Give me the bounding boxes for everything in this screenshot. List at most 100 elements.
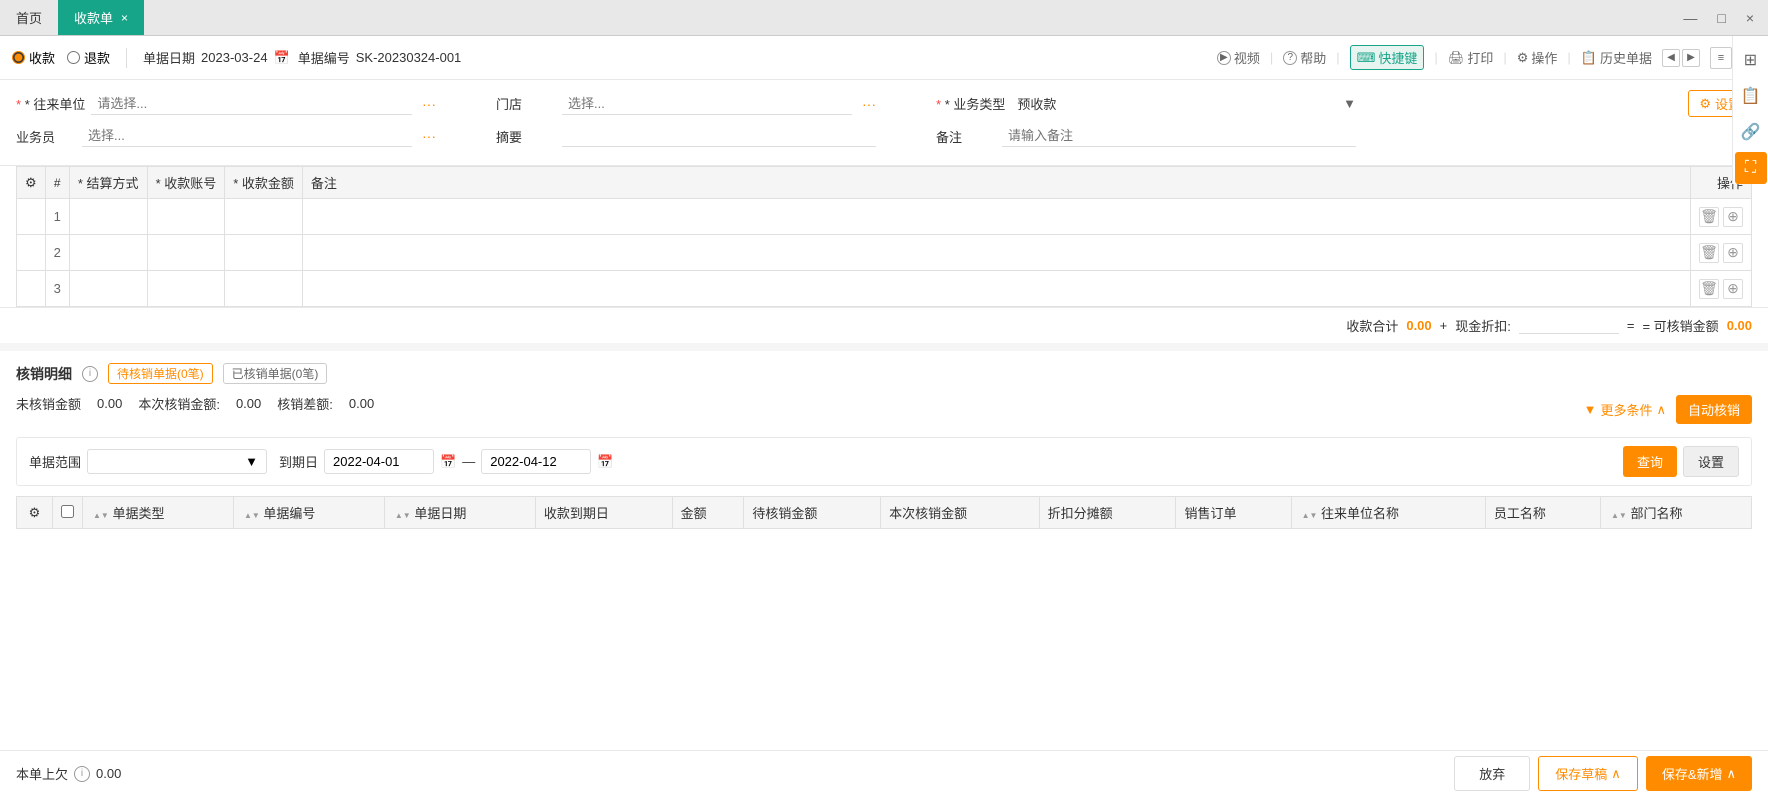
range-select[interactable]: ▼	[87, 449, 267, 474]
settle-method-cell[interactable]	[69, 199, 147, 235]
table-gear-icon[interactable]: ⚙	[25, 175, 37, 190]
operation-btn[interactable]: ⚙ 操作	[1517, 48, 1558, 67]
radio-refund[interactable]: 退款	[67, 48, 110, 67]
bottom-info: 本单上欠 i 0.00	[16, 764, 121, 783]
filter-settings-btn[interactable]: 设置	[1683, 446, 1739, 477]
date-to-input[interactable]	[481, 449, 591, 474]
shop-input[interactable]	[562, 93, 852, 115]
help-btn[interactable]: ? 帮助	[1283, 48, 1326, 67]
abandon-btn[interactable]: 放弃	[1454, 756, 1530, 791]
copy-icon[interactable]: ⊕	[1723, 243, 1743, 263]
operation-cell: 🗑 ⊕	[1691, 235, 1752, 271]
maximize-button[interactable]: □	[1711, 8, 1731, 28]
detail-gear-icon[interactable]: ⚙	[29, 505, 41, 520]
tab-home[interactable]: 首页	[0, 0, 58, 35]
amount-cell[interactable]	[225, 235, 303, 271]
amount-cell[interactable]	[225, 271, 303, 307]
sidebar-expand-icon[interactable]: ⛶	[1735, 152, 1767, 184]
cal-from-icon[interactable]: 📅	[440, 454, 456, 470]
save-btn[interactable]: 保存&新增 ∧	[1646, 756, 1752, 791]
copy-icon[interactable]: ⊕	[1723, 279, 1743, 299]
summary-input[interactable]	[562, 125, 876, 147]
delete-icon[interactable]: 🗑	[1699, 207, 1719, 227]
business-type-field: * * 业务类型 预收款 ▼	[936, 91, 1356, 116]
date-from-input[interactable]	[324, 449, 434, 474]
bottom-bar: 本单上欠 i 0.00 放弃 保存草稿 ∧ 保存&新增 ∧	[0, 750, 1768, 796]
nuclear-info-icon[interactable]: i	[82, 366, 98, 382]
view-list[interactable]: ≡	[1710, 47, 1732, 69]
col-gear-detail[interactable]: ⚙	[17, 497, 53, 529]
business-type-dropdown-icon[interactable]: ▼	[1343, 96, 1356, 111]
settle-method-cell[interactable]	[69, 271, 147, 307]
settle-method-cell[interactable]	[69, 235, 147, 271]
delete-icon[interactable]: 🗑	[1699, 243, 1719, 263]
tab-receipt[interactable]: 收款单 ×	[58, 0, 144, 35]
more-conditions-btn[interactable]: ▼ 更多条件 ∧	[1584, 400, 1666, 419]
nuclear-section: 核销明细 i 待核销单据(0笔) 已核销单据(0笔) 未核销金额 0.00 本次…	[0, 343, 1768, 541]
nav-prev[interactable]: ◀	[1662, 49, 1680, 67]
diff-label: 核销差额:	[277, 394, 333, 413]
partner-input[interactable]	[91, 93, 412, 115]
number-value: SK-20230324-001	[356, 50, 462, 65]
radio-receipt[interactable]: 收款	[12, 48, 55, 67]
copy-icon[interactable]: ⊕	[1723, 207, 1743, 227]
tab-bar: 首页 收款单 × — □ ×	[0, 0, 1768, 36]
print-label: 打印	[1467, 48, 1493, 67]
remark-cell[interactable]	[302, 271, 1690, 307]
account-cell[interactable]	[147, 199, 225, 235]
col-partner-name: ▲▼ 往来单位名称	[1291, 497, 1485, 529]
col-checkbox	[53, 497, 83, 529]
col-gear[interactable]: ⚙	[17, 167, 46, 199]
sidebar-link-icon[interactable]: 🔗	[1735, 116, 1767, 148]
col-discount-share: 折扣分摊额	[1039, 497, 1176, 529]
divider-1	[126, 48, 127, 68]
history-btn[interactable]: 📋 历史单据	[1581, 48, 1652, 67]
col-row-num: #	[45, 167, 69, 199]
help-label: 帮助	[1300, 48, 1326, 67]
number-label: 单据编号	[298, 48, 350, 67]
video-label: 视频	[1234, 48, 1260, 67]
sidebar-form-icon[interactable]: 📋	[1735, 80, 1767, 112]
table-header-row: ⚙ # * 结算方式 * 收款账号 * 收款金额 备注	[17, 167, 1752, 199]
calendar-icon[interactable]: 📅	[274, 50, 290, 66]
col-doc-number: ▲▼ 单据编号	[233, 497, 384, 529]
remark-input[interactable]	[1002, 125, 1356, 147]
query-btn[interactable]: 查询	[1623, 446, 1677, 477]
done-tag[interactable]: 已核销单据(0笔)	[223, 363, 328, 384]
shop-more-icon[interactable]: ···	[862, 96, 876, 112]
staff-input[interactable]	[82, 125, 412, 147]
select-all-checkbox[interactable]	[61, 505, 74, 518]
account-cell[interactable]	[147, 271, 225, 307]
staff-more-icon[interactable]: ···	[422, 128, 436, 144]
video-btn[interactable]: ▶ 视频	[1217, 48, 1260, 67]
form-row-2: 业务员 ··· 摘要 备注	[16, 125, 1752, 147]
sidebar-table-icon[interactable]: ⊞	[1735, 44, 1767, 76]
shortcut-btn[interactable]: ⌨ 快捷键	[1350, 45, 1425, 70]
minimize-button[interactable]: —	[1677, 8, 1703, 28]
equals-sign: =	[1627, 318, 1635, 333]
tab-receipt-label: 收款单	[74, 8, 113, 27]
print-btn[interactable]: 🖨 打印	[1448, 48, 1494, 67]
close-button[interactable]: ×	[1740, 8, 1760, 28]
account-cell[interactable]	[147, 235, 225, 271]
col-staff-name: 员工名称	[1485, 497, 1600, 529]
discount-input[interactable]	[1519, 318, 1619, 334]
amount-cell[interactable]	[225, 199, 303, 235]
operation-icon: ⚙	[1517, 50, 1529, 66]
table-row: 1 🗑 ⊕	[17, 199, 1752, 235]
cal-to-icon[interactable]: 📅	[597, 454, 613, 470]
delete-icon[interactable]: 🗑	[1699, 279, 1719, 299]
remark-cell[interactable]	[302, 199, 1690, 235]
partner-more-icon[interactable]: ···	[422, 96, 436, 112]
main-content: 收款 退款 单据日期 2023-03-24 📅 单据编号 SK-20230324…	[0, 36, 1768, 796]
summary-label: 摘要	[496, 127, 556, 146]
form-section: * * 往来单位 ··· 门店 ··· * * 业务类型 预收款 ▼	[0, 80, 1768, 166]
bottom-info-icon[interactable]: i	[74, 766, 90, 782]
pending-tag[interactable]: 待核销单据(0笔)	[108, 363, 213, 384]
nav-next[interactable]: ▶	[1682, 49, 1700, 67]
remark-cell[interactable]	[302, 235, 1690, 271]
due-date-field: 到期日 📅 — 📅	[279, 449, 613, 474]
draft-btn[interactable]: 保存草稿 ∧	[1538, 756, 1638, 791]
auto-nuclear-btn[interactable]: 自动核销	[1676, 395, 1752, 424]
tab-close-icon[interactable]: ×	[121, 11, 128, 25]
